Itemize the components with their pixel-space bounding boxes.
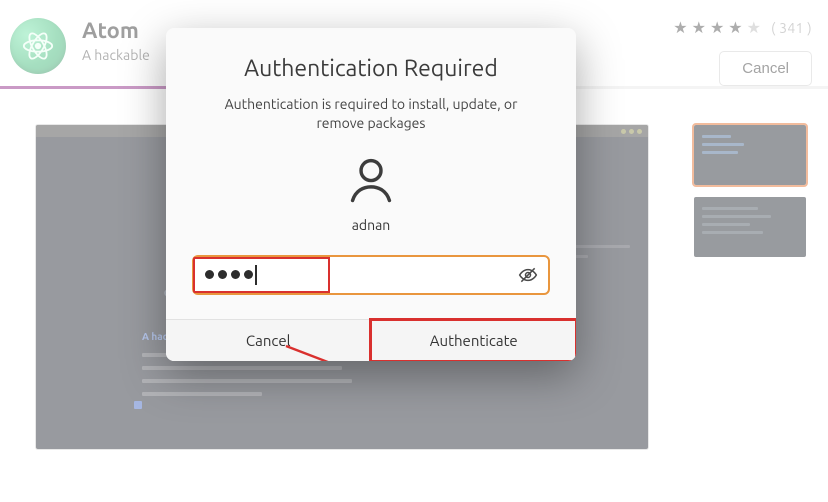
password-mask xyxy=(205,270,253,279)
dialog-authenticate-button[interactable]: Authenticate xyxy=(371,320,577,361)
dialog-username: adnan xyxy=(192,217,550,233)
text-cursor xyxy=(255,265,257,285)
password-field[interactable] xyxy=(192,255,550,295)
user-avatar-icon xyxy=(341,151,401,211)
dialog-subtitle: Authentication is required to install, u… xyxy=(206,95,536,133)
dialog-title: Authentication Required xyxy=(192,56,550,81)
dialog-cancel-button[interactable]: Cancel xyxy=(166,320,371,361)
toggle-visibility-icon[interactable] xyxy=(518,265,538,285)
dialog-actions: Cancel Authenticate xyxy=(166,319,576,361)
auth-dialog: Authentication Required Authentication i… xyxy=(166,28,576,361)
password-input-highlight xyxy=(193,257,330,293)
